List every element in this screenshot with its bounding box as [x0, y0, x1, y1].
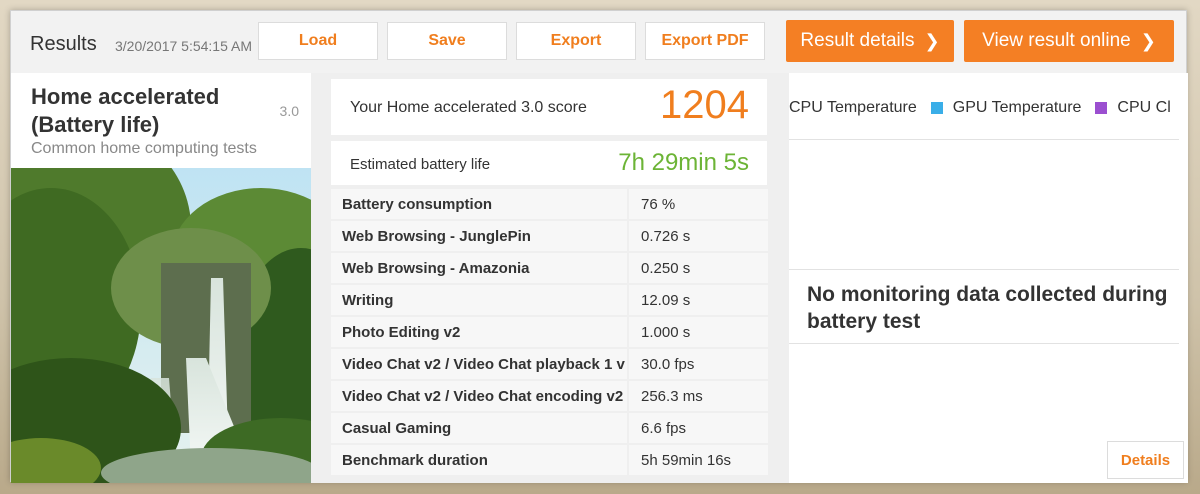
battery-card: Estimated battery life 7h 29min 5s — [331, 141, 767, 185]
row-value: 5h 59min 16s — [629, 445, 768, 475]
row-value: 1.000 s — [629, 317, 768, 347]
result-details-label: Result details — [800, 30, 915, 51]
test-name: Home accelerated (Battery life) — [31, 84, 220, 137]
row-name: Web Browsing - Amazonia — [331, 253, 627, 283]
divider — [789, 139, 1179, 140]
load-button[interactable]: Load — [258, 22, 378, 60]
table-row: Video Chat v2 / Video Chat encoding v2 2… — [331, 381, 768, 413]
test-subtitle: Common home computing tests — [31, 140, 257, 157]
battery-value: 7h 29min 5s — [618, 149, 749, 176]
export-pdf-button[interactable]: Export PDF — [645, 22, 765, 60]
table-row: Benchmark duration 5h 59min 16s — [331, 445, 768, 477]
row-value: 12.09 s — [629, 285, 768, 315]
result-timestamp: 3/20/2017 5:54:15 AM — [115, 38, 252, 54]
table-row: Video Chat v2 / Video Chat playback 1 v … — [331, 349, 768, 381]
page-title: Results — [30, 33, 97, 55]
legend-label: CPU Temperature — [789, 99, 917, 116]
row-value: 30.0 fps — [629, 349, 768, 379]
legend-swatch — [930, 102, 943, 114]
divider — [789, 269, 1179, 270]
legend-item-gpu-temperature: GPU Temperature — [930, 99, 1082, 117]
chevron-right-icon: ❯ — [924, 30, 940, 51]
view-result-online-label: View result online — [982, 30, 1131, 51]
test-version: 3.0 — [279, 103, 299, 119]
test-scene-image — [11, 168, 311, 483]
monitoring-panel: CPU Temperature GPU Temperature CPU Cl N… — [789, 73, 1188, 483]
row-name: Web Browsing - JunglePin — [331, 221, 627, 251]
results-panel: Your Home accelerated 3.0 score 1204 Est… — [311, 73, 789, 483]
details-button[interactable]: Details — [1107, 441, 1184, 479]
battery-label: Estimated battery life — [350, 156, 491, 173]
legend-label: GPU Temperature — [952, 99, 1082, 116]
results-window: Results 3/20/2017 5:54:15 AM Load Save E… — [10, 10, 1188, 483]
results-table: Battery consumption 76 % Web Browsing - … — [331, 189, 768, 477]
table-row: Web Browsing - Amazonia 0.250 s — [331, 253, 768, 285]
view-result-online-button[interactable]: View result online ❯ — [964, 20, 1174, 62]
chevron-right-icon: ❯ — [1140, 30, 1156, 51]
row-value: 6.6 fps — [629, 413, 768, 443]
result-details-button[interactable]: Result details ❯ — [786, 20, 954, 62]
row-name: Video Chat v2 / Video Chat encoding v2 — [331, 381, 627, 411]
table-row: Photo Editing v2 1.000 s — [331, 317, 768, 349]
legend-swatch — [1095, 102, 1108, 114]
monitoring-legend: CPU Temperature GPU Temperature CPU Cl — [789, 99, 1171, 117]
divider — [789, 343, 1179, 344]
table-row: Casual Gaming 6.6 fps — [331, 413, 768, 445]
score-card: Your Home accelerated 3.0 score 1204 — [331, 79, 767, 135]
table-row: Web Browsing - JunglePin 0.726 s — [331, 221, 768, 253]
row-name: Video Chat v2 / Video Chat playback 1 v — [331, 349, 627, 379]
table-row: Battery consumption 76 % — [331, 189, 768, 221]
test-info-panel: Home accelerated (Battery life) 3.0 Comm… — [11, 73, 311, 483]
row-name: Casual Gaming — [331, 413, 627, 443]
row-name: Writing — [331, 285, 627, 315]
row-value: 0.726 s — [629, 221, 768, 251]
row-name: Photo Editing v2 — [331, 317, 627, 347]
row-name: Benchmark duration — [331, 445, 627, 475]
row-value: 256.3 ms — [629, 381, 768, 411]
save-button[interactable]: Save — [387, 22, 507, 60]
legend-label: CPU Cl — [1117, 99, 1171, 116]
table-row: Writing 12.09 s — [331, 285, 768, 317]
no-monitoring-data-message: No monitoring data collected during batt… — [807, 283, 1168, 333]
legend-item-cpu-temperature: CPU Temperature — [789, 99, 917, 117]
score-label: Your Home accelerated 3.0 score — [350, 99, 587, 116]
score-value: 1204 — [660, 83, 749, 127]
row-value: 0.250 s — [629, 253, 768, 283]
results-header: Results 3/20/2017 5:54:15 AM Load Save E… — [11, 11, 1186, 73]
export-button[interactable]: Export — [516, 22, 636, 60]
row-name: Battery consumption — [331, 189, 627, 219]
row-value: 76 % — [629, 189, 768, 219]
legend-item-cpu-clock: CPU Cl — [1095, 99, 1171, 117]
